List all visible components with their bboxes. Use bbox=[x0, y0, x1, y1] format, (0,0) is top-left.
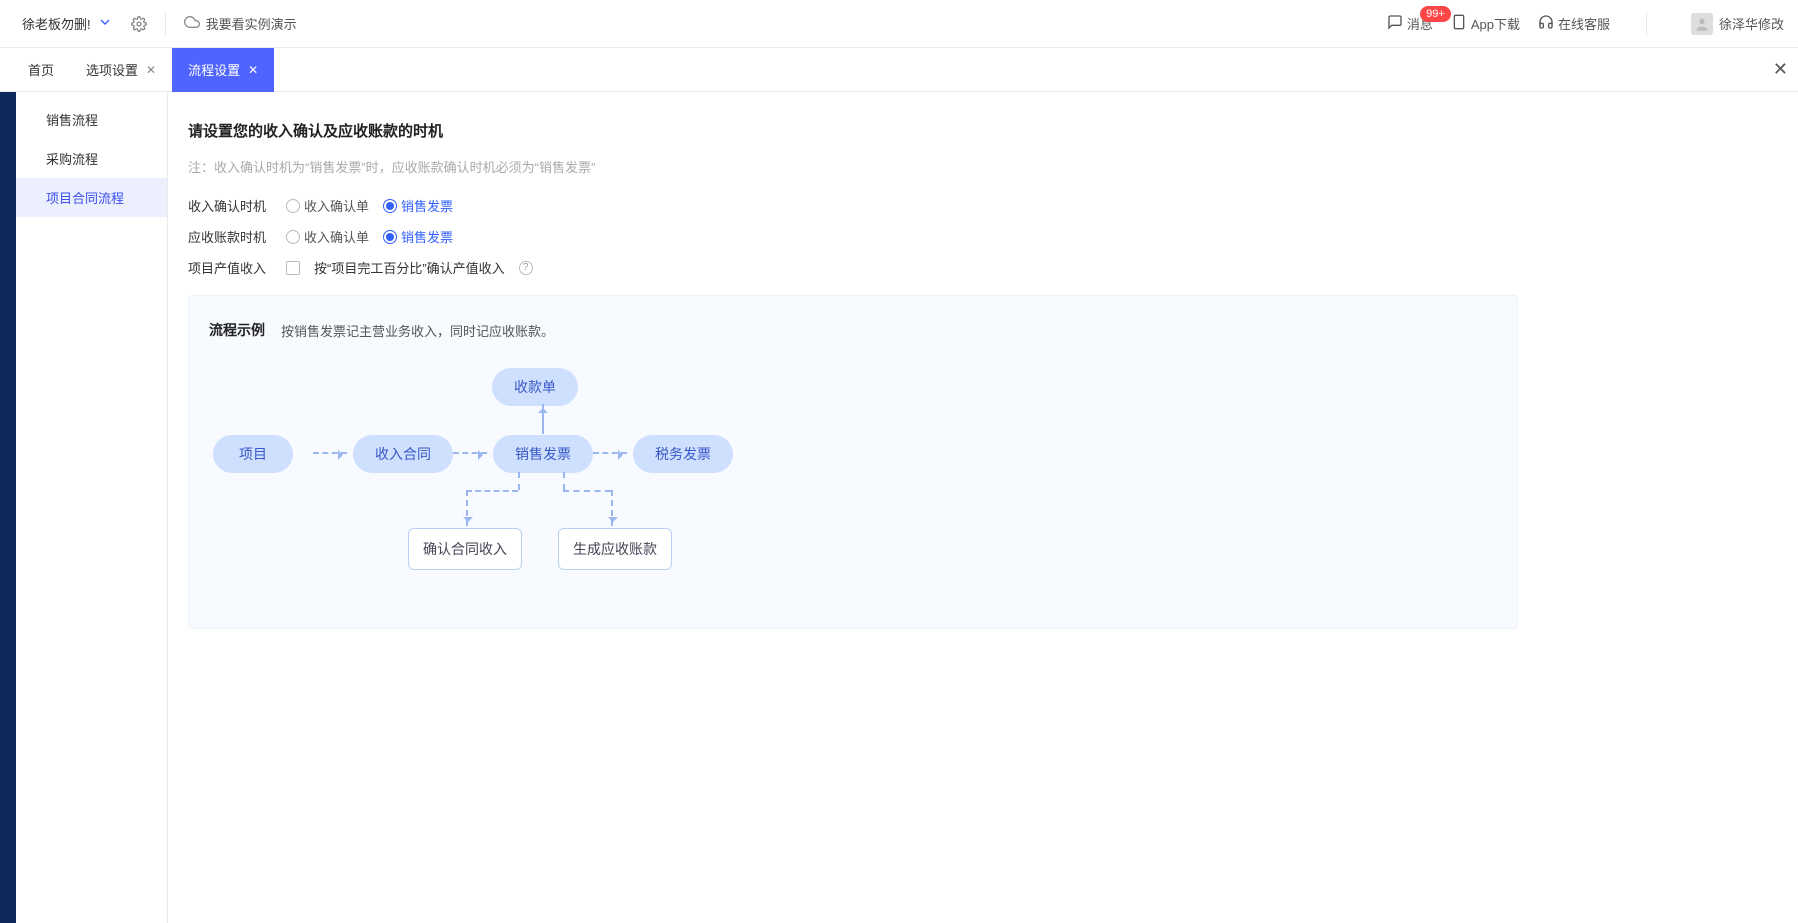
arrow-up-icon bbox=[542, 404, 544, 434]
receivable-option-confirm[interactable]: 收入确认单 bbox=[286, 227, 369, 246]
radio-icon bbox=[286, 230, 300, 244]
page-note: 注：收入确认时机为“销售发票”时，应收账款确认时机必须为“销售发票” bbox=[188, 157, 1798, 176]
field-label: 收入确认时机 bbox=[188, 196, 272, 215]
field-label: 项目产值收入 bbox=[188, 258, 272, 277]
dashed-line bbox=[466, 490, 518, 492]
body: 销售流程 采购流程 项目合同流程 请设置您的收入确认及应收账款的时机 注：收入确… bbox=[0, 92, 1798, 923]
close-icon[interactable]: ✕ bbox=[248, 63, 258, 77]
radio-label: 销售发票 bbox=[401, 196, 453, 215]
gear-icon[interactable] bbox=[131, 16, 147, 32]
checkbox-label: 按“项目完工百分比”确认产值收入 bbox=[314, 258, 505, 277]
chevron-down-icon bbox=[97, 14, 113, 33]
user-name: 徐泽华修改 bbox=[1719, 14, 1784, 33]
arrow-down-icon bbox=[466, 490, 468, 526]
radio-icon bbox=[383, 199, 397, 213]
tabbar: 首页 选项设置 ✕ 流程设置 ✕ ✕ bbox=[0, 48, 1798, 92]
topbar-right: 消息 99+ App下载 在线客服 徐泽华修改 bbox=[1387, 12, 1784, 36]
flow-description: 按销售发票记主营业务收入，同时记应收账款。 bbox=[281, 321, 554, 340]
dashed-line bbox=[563, 472, 565, 490]
page-title: 请设置您的收入确认及应收账款的时机 bbox=[188, 120, 1798, 141]
support-label: 在线客服 bbox=[1558, 14, 1610, 33]
avatar-icon bbox=[1691, 13, 1713, 35]
tab-label: 选项设置 bbox=[86, 60, 138, 79]
sidebar-item-project[interactable]: 项目合同流程 bbox=[16, 178, 167, 217]
messages-badge: 99+ bbox=[1420, 6, 1451, 22]
receivable-timing-row: 应收账款时机 收入确认单 销售发票 bbox=[188, 227, 1798, 246]
progress-revenue-row: 项目产值收入 按“项目完工百分比”确认产值收入 ? bbox=[188, 258, 1798, 277]
tabbar-close-icon[interactable]: ✕ bbox=[1773, 59, 1788, 80]
node-tax-invoice: 税务发票 bbox=[633, 435, 733, 473]
radio-icon bbox=[383, 230, 397, 244]
content: 请设置您的收入确认及应收账款的时机 注：收入确认时机为“销售发票”时，应收账款确… bbox=[168, 92, 1798, 923]
demo-link-label: 我要看实例演示 bbox=[206, 14, 297, 33]
user-menu[interactable]: 徐泽华修改 bbox=[1683, 13, 1784, 35]
field-label: 应收账款时机 bbox=[188, 227, 272, 246]
node-project: 项目 bbox=[213, 435, 293, 473]
radio-label: 收入确认单 bbox=[304, 196, 369, 215]
receivable-option-invoice[interactable]: 销售发票 bbox=[383, 227, 453, 246]
divider bbox=[1646, 12, 1647, 36]
help-icon[interactable]: ? bbox=[519, 261, 533, 275]
messages-button[interactable]: 消息 99+ bbox=[1387, 14, 1433, 33]
tab-label: 首页 bbox=[28, 60, 54, 79]
tab-label: 流程设置 bbox=[188, 60, 240, 79]
revenue-option-confirm[interactable]: 收入确认单 bbox=[286, 196, 369, 215]
node-sales-invoice: 销售发票 bbox=[493, 435, 593, 473]
demo-link[interactable]: 我要看实例演示 bbox=[184, 14, 297, 33]
revenue-option-invoice[interactable]: 销售发票 bbox=[383, 196, 453, 215]
flow-header: 流程示例 按销售发票记主营业务收入，同时记应收账款。 bbox=[209, 320, 1497, 340]
dashed-line bbox=[563, 490, 611, 492]
divider bbox=[165, 12, 166, 36]
headset-icon bbox=[1538, 14, 1554, 33]
tab-options[interactable]: 选项设置 ✕ bbox=[70, 48, 172, 92]
sidebar-item-purchase[interactable]: 采购流程 bbox=[16, 139, 167, 178]
dashed-line bbox=[518, 472, 520, 490]
sidebar-item-sales[interactable]: 销售流程 bbox=[16, 100, 167, 139]
node-confirm-revenue: 确认合同收入 bbox=[408, 528, 522, 570]
radio-icon bbox=[286, 199, 300, 213]
flow-diagram: 收款单 项目 收入合同 销售发票 税务发票 确认合同收入 生成应收账款 bbox=[213, 368, 1497, 588]
org-selector[interactable]: 徐老板勿删! bbox=[14, 10, 121, 37]
org-name: 徐老板勿删! bbox=[22, 14, 91, 33]
node-contract: 收入合同 bbox=[353, 435, 453, 473]
tab-home[interactable]: 首页 bbox=[12, 48, 70, 92]
mobile-icon bbox=[1451, 14, 1467, 33]
progress-checkbox[interactable] bbox=[286, 261, 300, 275]
flow-title: 流程示例 bbox=[209, 320, 265, 340]
support-button[interactable]: 在线客服 bbox=[1538, 14, 1610, 33]
radio-label: 收入确认单 bbox=[304, 227, 369, 246]
close-icon[interactable]: ✕ bbox=[146, 63, 156, 77]
flow-panel: 流程示例 按销售发票记主营业务收入，同时记应收账款。 收款单 项目 收入合同 销… bbox=[188, 295, 1518, 629]
node-gen-receivable: 生成应收账款 bbox=[558, 528, 672, 570]
arrow-down-icon bbox=[611, 490, 613, 526]
topbar: 徐老板勿删! 我要看实例演示 消息 99+ App下载 bbox=[0, 0, 1798, 48]
app-download-label: App下载 bbox=[1471, 14, 1520, 33]
radio-label: 销售发票 bbox=[401, 227, 453, 246]
arrow-icon bbox=[453, 452, 487, 454]
left-rail bbox=[0, 92, 16, 923]
arrow-icon bbox=[313, 452, 347, 454]
app-download-button[interactable]: App下载 bbox=[1451, 14, 1520, 33]
sidebar: 销售流程 采购流程 项目合同流程 bbox=[16, 92, 168, 923]
cloud-icon bbox=[184, 14, 200, 33]
tab-process[interactable]: 流程设置 ✕ bbox=[172, 48, 274, 92]
node-receipt: 收款单 bbox=[492, 368, 578, 406]
chat-icon bbox=[1387, 14, 1403, 33]
arrow-icon bbox=[593, 452, 627, 454]
revenue-timing-row: 收入确认时机 收入确认单 销售发票 bbox=[188, 196, 1798, 215]
